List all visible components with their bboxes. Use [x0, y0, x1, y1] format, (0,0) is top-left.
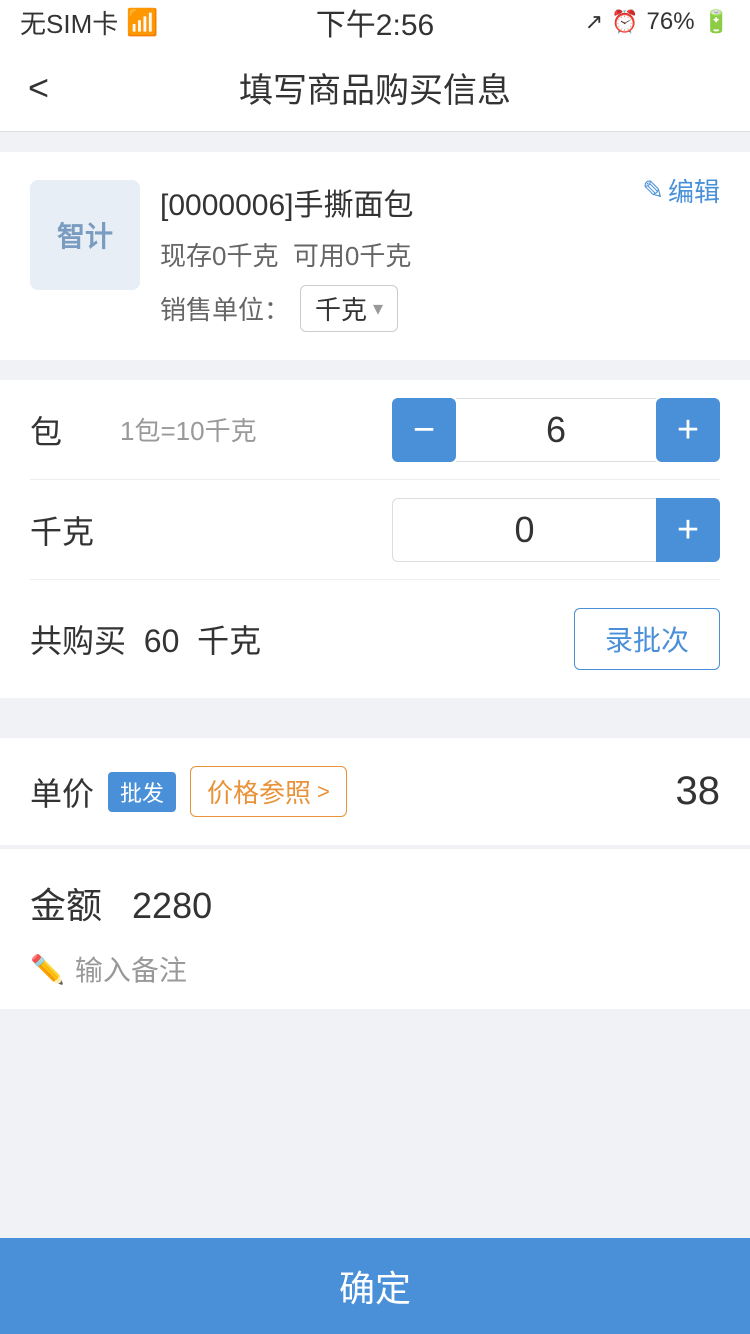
kg-quantity-controls: +: [392, 498, 720, 562]
product-name: [0000006]手撕面包: [160, 180, 720, 224]
bao-plus-button[interactable]: +: [656, 398, 720, 462]
status-right: ↗ ⏰ 76% 🔋: [585, 8, 730, 36]
status-bar: 无SIM卡 📶 下午2:56 ↗ ⏰ 76% 🔋: [0, 0, 750, 44]
price-ref-button[interactable]: 价格参照 >: [190, 766, 347, 817]
amount-value: 2280: [132, 885, 212, 926]
battery-label: 76%: [647, 8, 695, 36]
bao-quantity-controls: − +: [392, 398, 720, 462]
section-divider-2: [0, 698, 750, 718]
unit-label: 销售单位：: [160, 290, 290, 327]
section-divider-1: [0, 360, 750, 380]
note-placeholder: 输入备注: [75, 949, 187, 989]
product-card: 智计 [0000006]手撕面包 现存0千克 可用0千克 销售单位： 千克 ▾ …: [0, 152, 750, 360]
price-ref-label: 价格参照: [207, 773, 311, 810]
batch-button[interactable]: 录批次: [574, 608, 720, 670]
total-unit: 千克: [197, 623, 261, 659]
total-amount: 60: [144, 623, 180, 659]
price-value: 38: [676, 769, 721, 814]
unit-arrow-icon: ▾: [373, 296, 383, 321]
product-info: [0000006]手撕面包 现存0千克 可用0千克 销售单位： 千克 ▾: [160, 180, 720, 332]
bao-quantity-input[interactable]: [456, 398, 656, 462]
wifi-icon: 📶: [126, 7, 158, 38]
product-card-wrapper: 智计 [0000006]手撕面包 现存0千克 可用0千克 销售单位： 千克 ▾ …: [0, 152, 750, 360]
price-section: 单价 批发 价格参照 > 38: [0, 738, 750, 845]
location-icon: ↗: [585, 9, 603, 35]
carrier-label: 无SIM卡: [20, 4, 118, 41]
confirm-button[interactable]: 确定: [0, 1238, 750, 1334]
edit-label: 编辑: [668, 172, 720, 209]
total-label: 共购买: [30, 623, 126, 659]
amount-section: 金额 2280 ✏️ 输入备注: [0, 849, 750, 1009]
kg-plus-button[interactable]: +: [656, 498, 720, 562]
price-tag: 批发: [108, 772, 176, 812]
price-ref-chevron-icon: >: [317, 779, 330, 805]
status-left: 无SIM卡 📶: [20, 4, 159, 41]
unit-value: 千克: [315, 290, 367, 327]
price-left: 单价 批发 价格参照 >: [30, 766, 347, 817]
unit-select[interactable]: 千克 ▾: [300, 285, 398, 332]
product-unit-row: 销售单位： 千克 ▾: [160, 285, 720, 332]
battery-icon: 🔋: [703, 9, 730, 35]
product-image: 智计: [30, 180, 140, 290]
kg-quantity-row: 千克 +: [30, 480, 720, 580]
amount-note[interactable]: ✏️ 输入备注: [30, 949, 720, 989]
quantity-section: 包 1包=10千克 − + 千克 +: [0, 380, 750, 580]
note-pencil-icon: ✏️: [30, 953, 65, 986]
product-stock: 现存0千克 可用0千克: [160, 236, 720, 273]
kg-quantity-input[interactable]: [392, 498, 656, 562]
alarm-icon: ⏰: [611, 9, 638, 35]
status-time: 下午2:56: [316, 0, 434, 44]
price-label: 单价: [30, 769, 94, 815]
back-button[interactable]: <: [28, 67, 49, 109]
bao-label: 包: [30, 407, 110, 453]
confirm-label: 确定: [339, 1260, 411, 1312]
total-text: 共购买 60 千克: [30, 616, 261, 662]
edit-button[interactable]: ✎ 编辑: [642, 172, 720, 209]
page-title: 填写商品购买信息: [239, 63, 511, 112]
total-row: 共购买 60 千克 录批次: [0, 580, 750, 698]
amount-row: 金额 2280: [30, 877, 720, 929]
kg-label: 千克: [30, 507, 110, 553]
product-logo: 智计: [57, 215, 113, 255]
edit-icon: ✎: [642, 175, 664, 206]
bao-hint: 1包=10千克: [120, 411, 392, 448]
amount-label: 金额: [30, 885, 102, 926]
bao-quantity-row: 包 1包=10千克 − +: [30, 380, 720, 480]
nav-bar: < 填写商品购买信息: [0, 44, 750, 132]
bao-minus-button[interactable]: −: [392, 398, 456, 462]
